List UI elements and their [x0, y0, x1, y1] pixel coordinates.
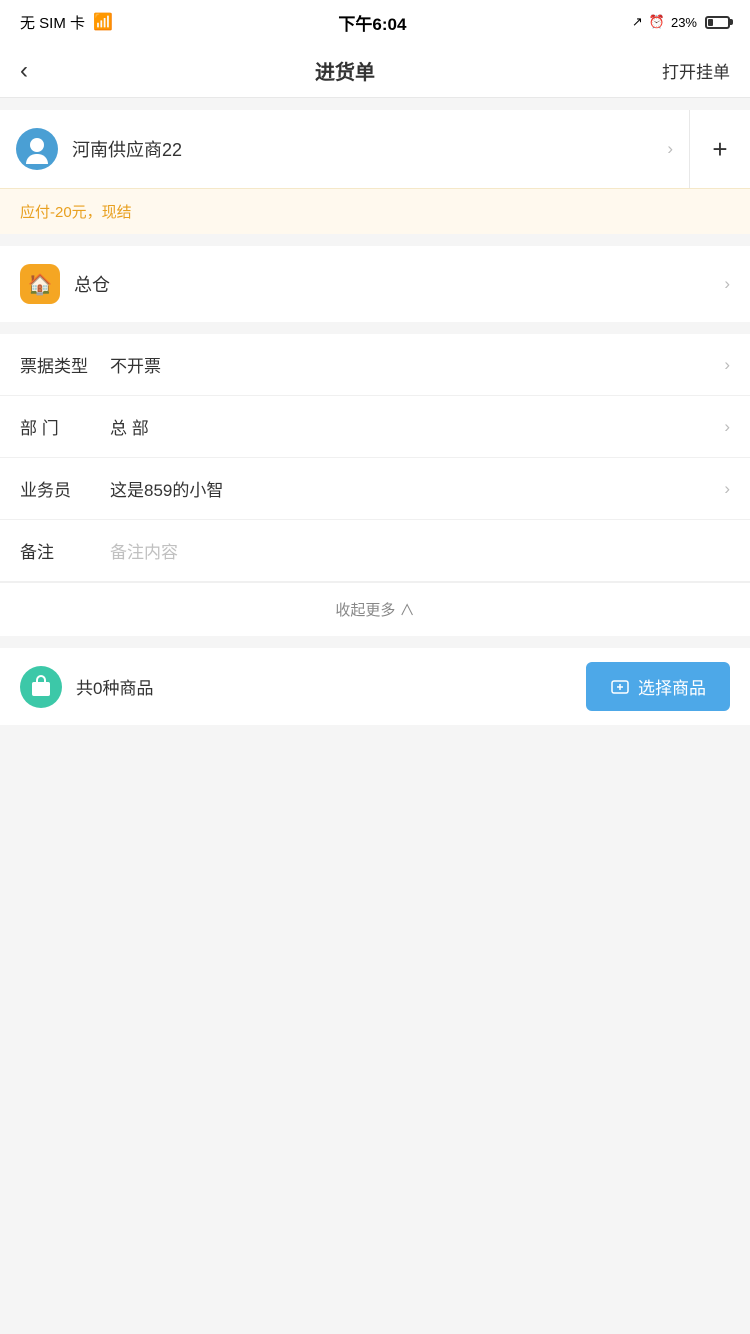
department-label: 部 门 — [20, 414, 110, 439]
bottom-product-bar: 共0种商品 选择商品 — [0, 648, 750, 725]
department-row[interactable]: 部 门 总 部 › — [0, 396, 750, 458]
remark-label: 备注 — [20, 538, 110, 563]
warehouse-icon-wrap: 🏠 — [20, 264, 60, 304]
supplier-name: 河南供应商22 — [72, 136, 667, 162]
carrier-label: 无 SIM 卡 — [20, 12, 85, 33]
alarm-icon: ⏰ — [649, 14, 665, 30]
page-title: 进货单 — [315, 56, 375, 85]
status-left: 无 SIM 卡 📶 — [20, 12, 113, 33]
remark-value: 备注内容 — [110, 538, 730, 563]
nav-bar: ‹ 进货单 打开挂单 — [0, 44, 750, 98]
open-pending-button[interactable]: 打开挂单 — [662, 58, 730, 83]
supplier-select-row[interactable]: 河南供应商22 › — [0, 110, 690, 188]
select-product-label: 选择商品 — [638, 674, 706, 699]
notice-text: 应付-20元，现结 — [20, 204, 132, 221]
select-product-icon — [610, 677, 630, 697]
product-bag-icon — [29, 675, 53, 699]
product-icon-wrap — [20, 666, 62, 708]
avatar — [16, 128, 58, 170]
invoice-type-row[interactable]: 票据类型 不开票 › — [0, 334, 750, 396]
salesperson-row[interactable]: 业务员 这是859的小智 › — [0, 458, 750, 520]
form-section: 票据类型 不开票 › 部 门 总 部 › 业务员 这是859的小智 › 备注 备… — [0, 334, 750, 636]
supplier-section: 河南供应商22 › + — [0, 110, 750, 188]
location-icon: ↗ — [632, 14, 643, 30]
select-product-button[interactable]: 选择商品 — [586, 662, 730, 711]
notice-banner: 应付-20元，现结 — [0, 188, 750, 234]
section-gap-3 — [0, 322, 750, 334]
status-right: ↗ ⏰ 23% — [632, 14, 730, 30]
person-icon — [26, 138, 48, 160]
product-count-label: 共0种商品 — [76, 674, 586, 699]
salesperson-value: 这是859的小智 — [110, 476, 716, 501]
warehouse-row[interactable]: 🏠 总仓 › — [0, 246, 750, 322]
department-chevron-icon: › — [724, 417, 730, 437]
battery-icon — [705, 16, 730, 29]
back-chevron-icon: ‹ — [20, 57, 28, 85]
battery-percentage: 23% — [671, 15, 697, 30]
add-supplier-button[interactable]: + — [690, 110, 750, 188]
collapse-label: 收起更多 ∧ — [335, 602, 414, 619]
warehouse-chevron-icon: › — [724, 274, 730, 294]
warehouse-section: 🏠 总仓 › — [0, 246, 750, 322]
add-icon: + — [712, 134, 727, 165]
back-button[interactable]: ‹ — [20, 57, 28, 85]
salesperson-label: 业务员 — [20, 476, 110, 501]
warehouse-name: 总仓 — [74, 271, 724, 297]
page-background — [0, 725, 750, 1025]
wifi-icon: 📶 — [93, 12, 113, 32]
section-gap-1 — [0, 98, 750, 110]
warehouse-icon: 🏠 — [28, 272, 53, 297]
section-gap-2 — [0, 234, 750, 246]
invoice-chevron-icon: › — [724, 355, 730, 375]
collapse-button[interactable]: 收起更多 ∧ — [0, 582, 750, 636]
department-value: 总 部 — [110, 414, 716, 439]
invoice-type-value: 不开票 — [110, 352, 716, 377]
remark-row[interactable]: 备注 备注内容 — [0, 520, 750, 582]
status-time: 下午6:04 — [338, 10, 406, 35]
salesperson-chevron-icon: › — [724, 479, 730, 499]
supplier-chevron-icon: › — [667, 139, 673, 159]
status-bar: 无 SIM 卡 📶 下午6:04 ↗ ⏰ 23% — [0, 0, 750, 44]
invoice-type-label: 票据类型 — [20, 352, 110, 377]
